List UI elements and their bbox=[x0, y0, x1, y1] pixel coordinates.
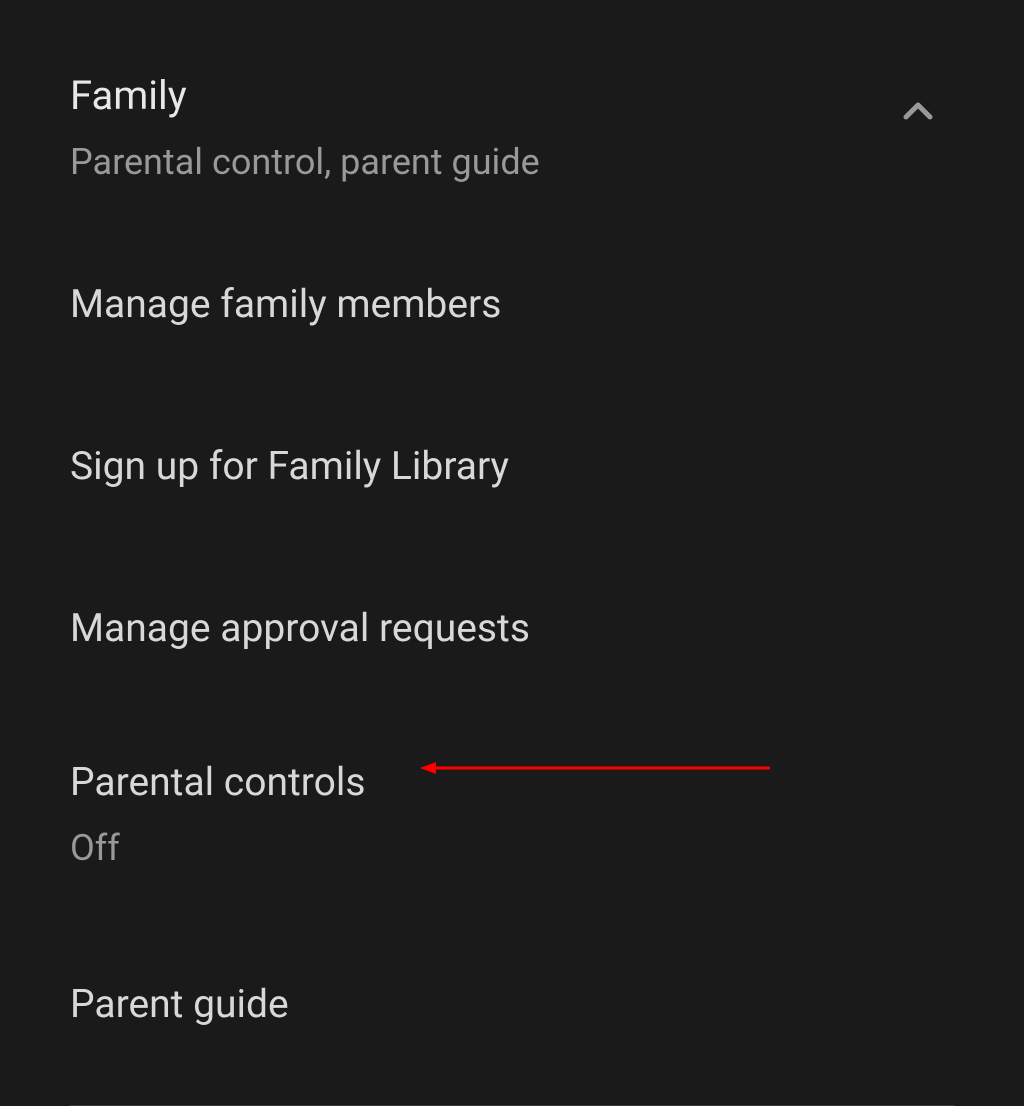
menu-item-title: Manage family members bbox=[70, 281, 954, 327]
menu-item-subtitle: Off bbox=[70, 827, 954, 869]
manage-approval-requests-item[interactable]: Manage approval requests bbox=[0, 547, 1024, 709]
menu-item-title: Manage approval requests bbox=[70, 605, 954, 651]
menu-item-title: Parental controls bbox=[70, 759, 954, 805]
menu-item-title: Parent guide bbox=[70, 981, 954, 1027]
family-section-header[interactable]: Family Parental control, parent guide bbox=[0, 0, 1024, 223]
parental-controls-item[interactable]: Parental controls Off bbox=[0, 709, 1024, 923]
menu-item-title: Sign up for Family Library bbox=[70, 443, 954, 489]
parent-guide-item[interactable]: Parent guide bbox=[0, 923, 1024, 1085]
manage-family-members-item[interactable]: Manage family members bbox=[0, 223, 1024, 385]
section-title: Family bbox=[70, 72, 894, 119]
settings-container: Family Parental control, parent guide Ma… bbox=[0, 0, 1024, 1106]
chevron-up-icon bbox=[894, 87, 942, 139]
section-subtitle: Parental control, parent guide bbox=[70, 141, 894, 183]
section-header-text: Family Parental control, parent guide bbox=[70, 72, 894, 183]
sign-up-family-library-item[interactable]: Sign up for Family Library bbox=[0, 385, 1024, 547]
